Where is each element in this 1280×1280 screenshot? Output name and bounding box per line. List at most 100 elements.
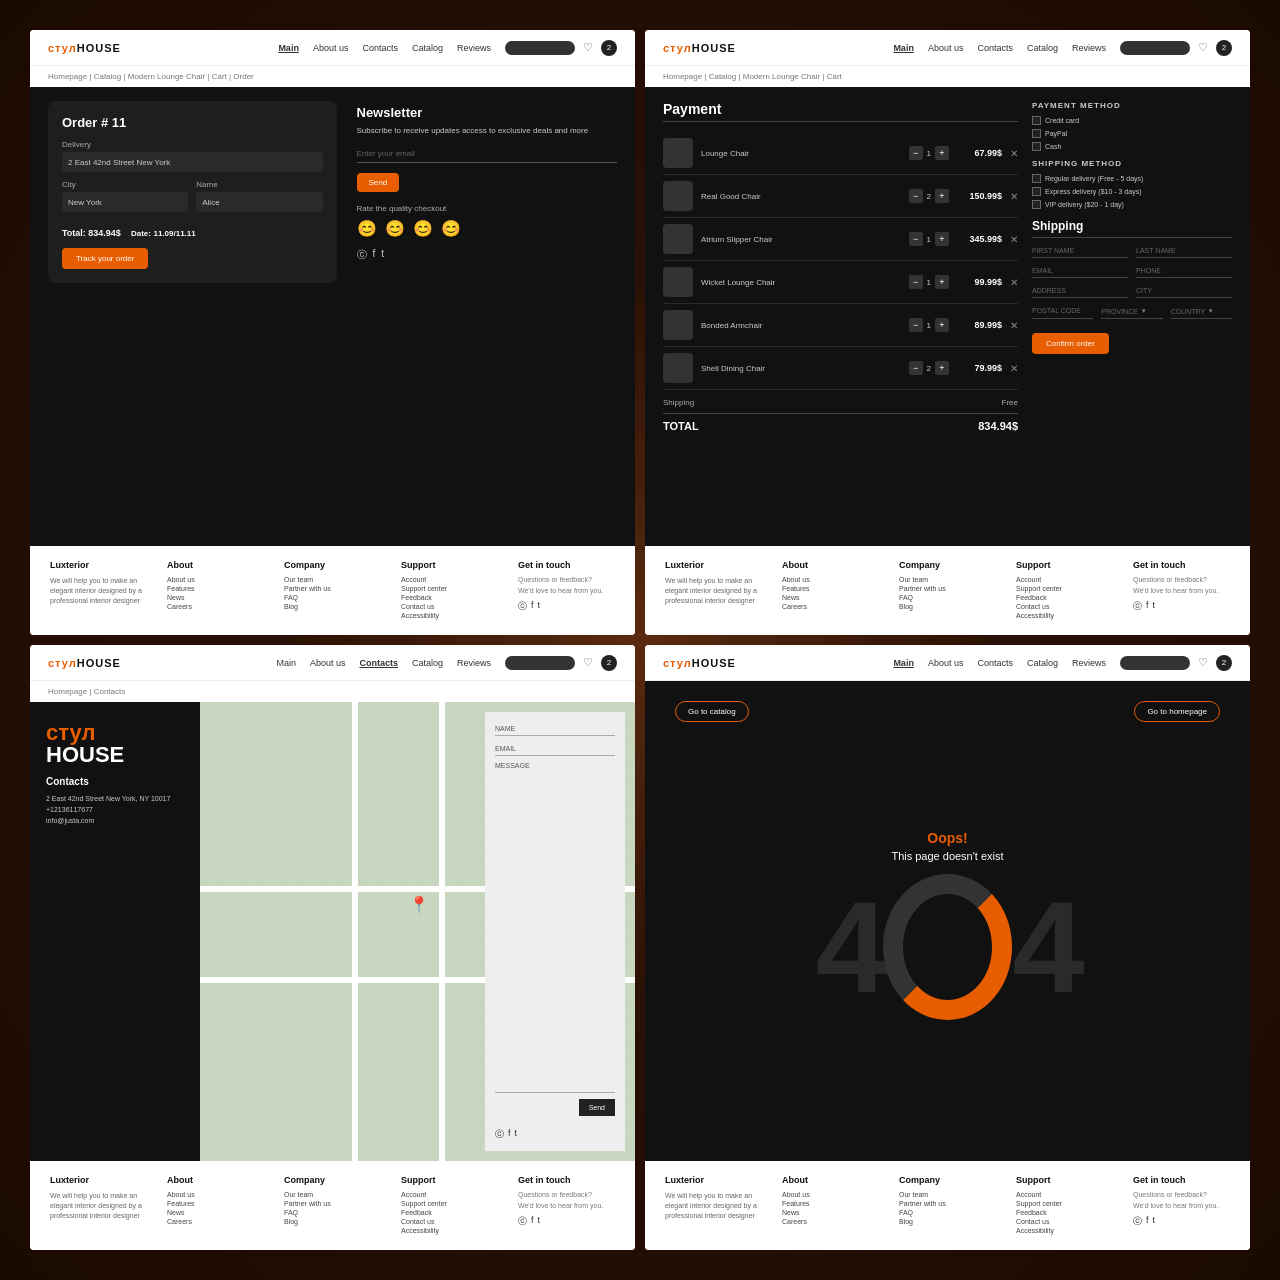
- payment-paypal[interactable]: PayPal: [1032, 129, 1232, 138]
- footer-link-feedback[interactable]: Feedback: [401, 594, 498, 601]
- cart-delete-4[interactable]: ✕: [1010, 320, 1018, 331]
- fp-support-0[interactable]: Account: [1016, 576, 1113, 583]
- footer-link-faq[interactable]: FAQ: [284, 594, 381, 601]
- qty-plus-5[interactable]: +: [935, 361, 949, 375]
- fp-link-0[interactable]: About us: [782, 576, 879, 583]
- fc-fb[interactable]: f: [531, 1215, 534, 1228]
- qty-minus-5[interactable]: −: [909, 361, 923, 375]
- track-order-button[interactable]: Track your order: [62, 248, 148, 269]
- nav-link-catalog-c[interactable]: Catalog: [412, 658, 443, 668]
- qty-plus-0[interactable]: +: [935, 146, 949, 160]
- nav-link-contacts-e[interactable]: Contacts: [977, 658, 1013, 668]
- payment-cash[interactable]: Cash: [1032, 142, 1232, 151]
- nav-link-contacts-c[interactable]: Contacts: [359, 658, 398, 668]
- last-name-field[interactable]: LAST NAME: [1136, 244, 1232, 258]
- delivery-input[interactable]: 2 East 42nd Street New York: [62, 152, 323, 172]
- fp-support-3[interactable]: Contact us: [1016, 603, 1113, 610]
- fe-ig[interactable]: ⓒ: [1133, 1215, 1142, 1228]
- qty-plus-3[interactable]: +: [935, 275, 949, 289]
- email-field[interactable]: EMAIL: [1032, 264, 1128, 278]
- payment-credit-card[interactable]: Credit card: [1032, 116, 1232, 125]
- emoji-1[interactable]: 😊: [357, 219, 377, 238]
- search-bar[interactable]: [505, 41, 575, 55]
- nav-link-catalog-p[interactable]: Catalog: [1027, 43, 1058, 53]
- qty-plus-4[interactable]: +: [935, 318, 949, 332]
- nav-link-about[interactable]: About us: [313, 43, 349, 53]
- phone-field[interactable]: PHONE: [1136, 264, 1232, 278]
- confirm-order-button[interactable]: Confirm order: [1032, 333, 1109, 354]
- nav-link-contacts-p[interactable]: Contacts: [977, 43, 1013, 53]
- footer-tw-p[interactable]: t: [1153, 600, 1156, 613]
- fp-company-1[interactable]: Partner with us: [899, 585, 996, 592]
- qty-minus-0[interactable]: −: [909, 146, 923, 160]
- checkbox-paypal[interactable]: [1032, 129, 1041, 138]
- cart-delete-1[interactable]: ✕: [1010, 191, 1018, 202]
- qty-minus-2[interactable]: −: [909, 232, 923, 246]
- checkbox-regular[interactable]: [1032, 174, 1041, 183]
- city-input[interactable]: New York: [62, 192, 188, 212]
- shipping-regular[interactable]: Regular delivery (Free - 5 days): [1032, 174, 1232, 183]
- checkbox-express[interactable]: [1032, 187, 1041, 196]
- fp-link-2[interactable]: News: [782, 594, 879, 601]
- nav-link-main-e[interactable]: Main: [893, 658, 914, 668]
- fc-tw[interactable]: t: [538, 1215, 541, 1228]
- footer-fb-p[interactable]: f: [1146, 600, 1149, 613]
- cart-delete-5[interactable]: ✕: [1010, 363, 1018, 374]
- search-bar-error[interactable]: [1120, 656, 1190, 670]
- qty-minus-1[interactable]: −: [909, 189, 923, 203]
- go-to-homepage-button[interactable]: Go to homepage: [1134, 701, 1220, 722]
- footer-facebook-icon[interactable]: f: [531, 600, 534, 613]
- name-input[interactable]: Alice: [196, 192, 322, 212]
- nav-link-about-p[interactable]: About us: [928, 43, 964, 53]
- address-field[interactable]: ADDRESS: [1032, 284, 1128, 298]
- contact-email-input[interactable]: EMAIL: [495, 742, 615, 756]
- contact-send-button[interactable]: Send: [579, 1099, 615, 1116]
- nav-link-main-p[interactable]: Main: [893, 43, 914, 53]
- heart-icon[interactable]: ♡: [583, 41, 593, 54]
- footer-link-accessibility[interactable]: Accessibility: [401, 612, 498, 619]
- footer-ig-p[interactable]: ⓒ: [1133, 600, 1142, 613]
- instagram-icon[interactable]: ⓒ: [357, 248, 367, 262]
- contact-name-input[interactable]: NAME: [495, 722, 615, 736]
- newsletter-email-input[interactable]: Enter your email: [357, 145, 618, 163]
- footer-link-blog[interactable]: Blog: [284, 603, 381, 610]
- fp-company-2[interactable]: FAQ: [899, 594, 996, 601]
- footer-link-careers[interactable]: Careers: [167, 603, 264, 610]
- footer-link-account[interactable]: Account: [401, 576, 498, 583]
- nav-link-main[interactable]: Main: [278, 43, 299, 53]
- footer-instagram-icon[interactable]: ⓒ: [518, 600, 527, 613]
- contact-fb-icon[interactable]: f: [508, 1128, 511, 1141]
- province-select[interactable]: PROVINCE ▾: [1101, 304, 1162, 319]
- nav-link-main-c[interactable]: Main: [276, 658, 296, 668]
- footer-link-features[interactable]: Features: [167, 585, 264, 592]
- shipping-express[interactable]: Express delivery ($10 - 3 days): [1032, 187, 1232, 196]
- city-field[interactable]: CITY: [1136, 284, 1232, 298]
- twitter-icon[interactable]: t: [381, 248, 384, 262]
- fe-tw[interactable]: t: [1153, 1215, 1156, 1228]
- nav-link-contacts[interactable]: Contacts: [362, 43, 398, 53]
- footer-link-ourteam[interactable]: Our team: [284, 576, 381, 583]
- fp-link-1[interactable]: Features: [782, 585, 879, 592]
- go-to-catalog-button[interactable]: Go to catalog: [675, 701, 749, 722]
- nav-link-catalog[interactable]: Catalog: [412, 43, 443, 53]
- checkbox-cash[interactable]: [1032, 142, 1041, 151]
- qty-plus-2[interactable]: +: [935, 232, 949, 246]
- heart-icon-payment[interactable]: ♡: [1198, 41, 1208, 54]
- nav-link-reviews[interactable]: Reviews: [457, 43, 491, 53]
- fp-support-1[interactable]: Support center: [1016, 585, 1113, 592]
- checkbox-vip[interactable]: [1032, 200, 1041, 209]
- fp-company-3[interactable]: Blog: [899, 603, 996, 610]
- emoji-2[interactable]: 😊: [385, 219, 405, 238]
- fe-fb[interactable]: f: [1146, 1215, 1149, 1228]
- cart-delete-2[interactable]: ✕: [1010, 234, 1018, 245]
- contact-ig-icon[interactable]: ⓒ: [495, 1128, 504, 1141]
- heart-icon-contacts[interactable]: ♡: [583, 656, 593, 669]
- footer-link-support[interactable]: Support center: [401, 585, 498, 592]
- footer-link-news[interactable]: News: [167, 594, 264, 601]
- facebook-icon[interactable]: f: [373, 248, 376, 262]
- fp-support-2[interactable]: Feedback: [1016, 594, 1113, 601]
- newsletter-send-button[interactable]: Send: [357, 173, 400, 192]
- fc-ig[interactable]: ⓒ: [518, 1215, 527, 1228]
- cart-icon[interactable]: 2: [601, 40, 617, 56]
- contact-tw-icon[interactable]: t: [515, 1128, 518, 1141]
